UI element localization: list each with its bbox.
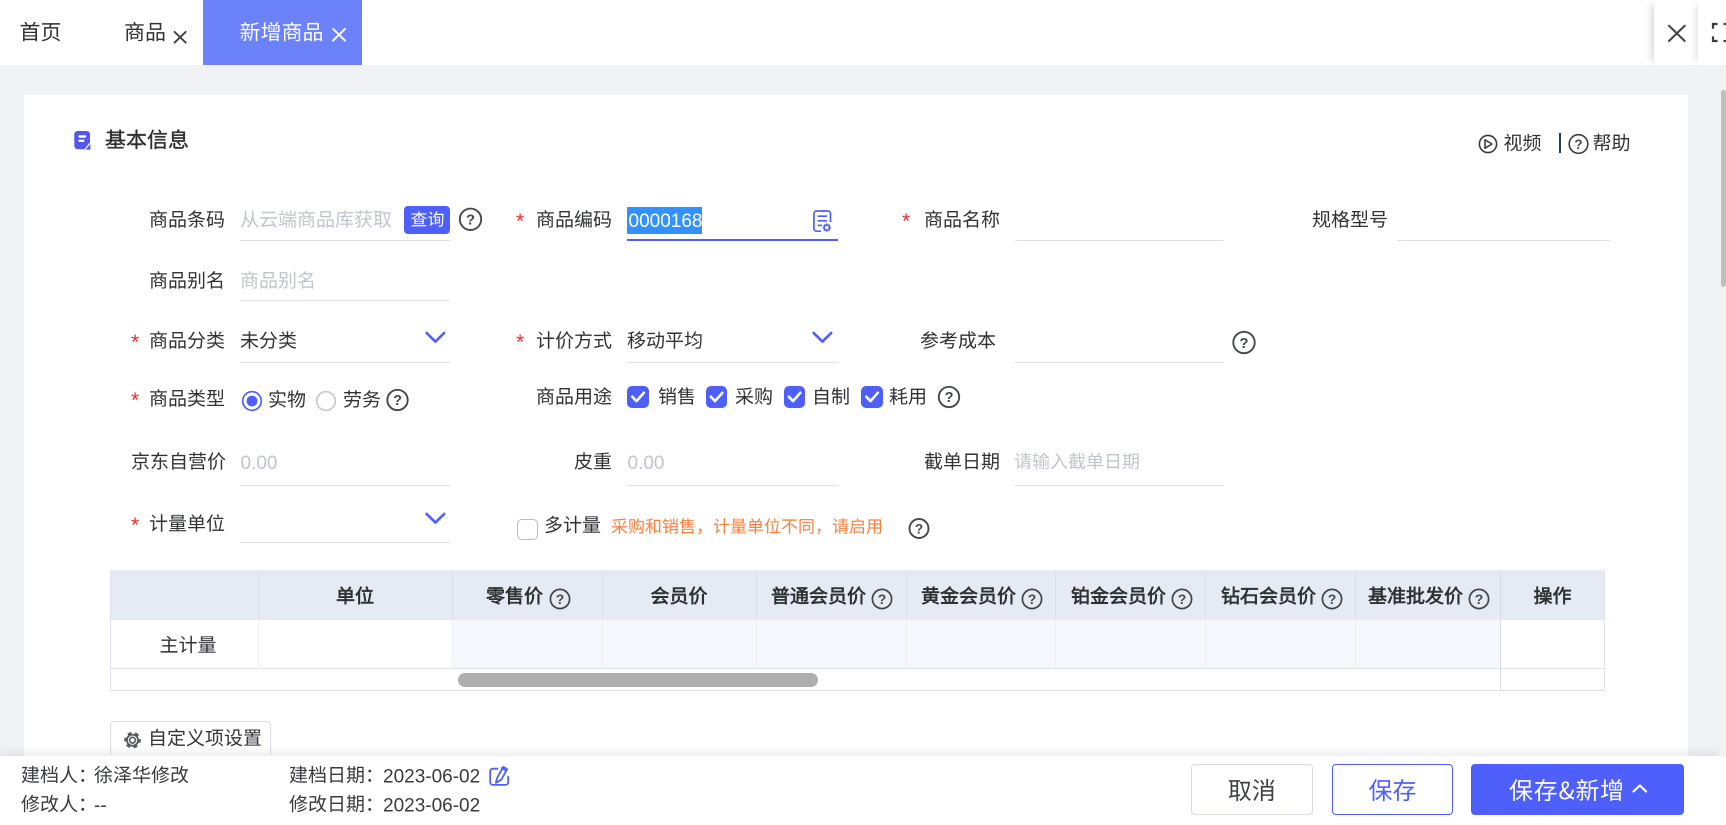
svg-text:*: * (131, 389, 139, 412)
svg-text:*: * (516, 331, 524, 354)
svg-text:*: * (131, 514, 139, 537)
svg-text:*: * (131, 331, 139, 354)
svg-text:*: * (516, 210, 524, 233)
svg-text:*: * (902, 210, 910, 233)
